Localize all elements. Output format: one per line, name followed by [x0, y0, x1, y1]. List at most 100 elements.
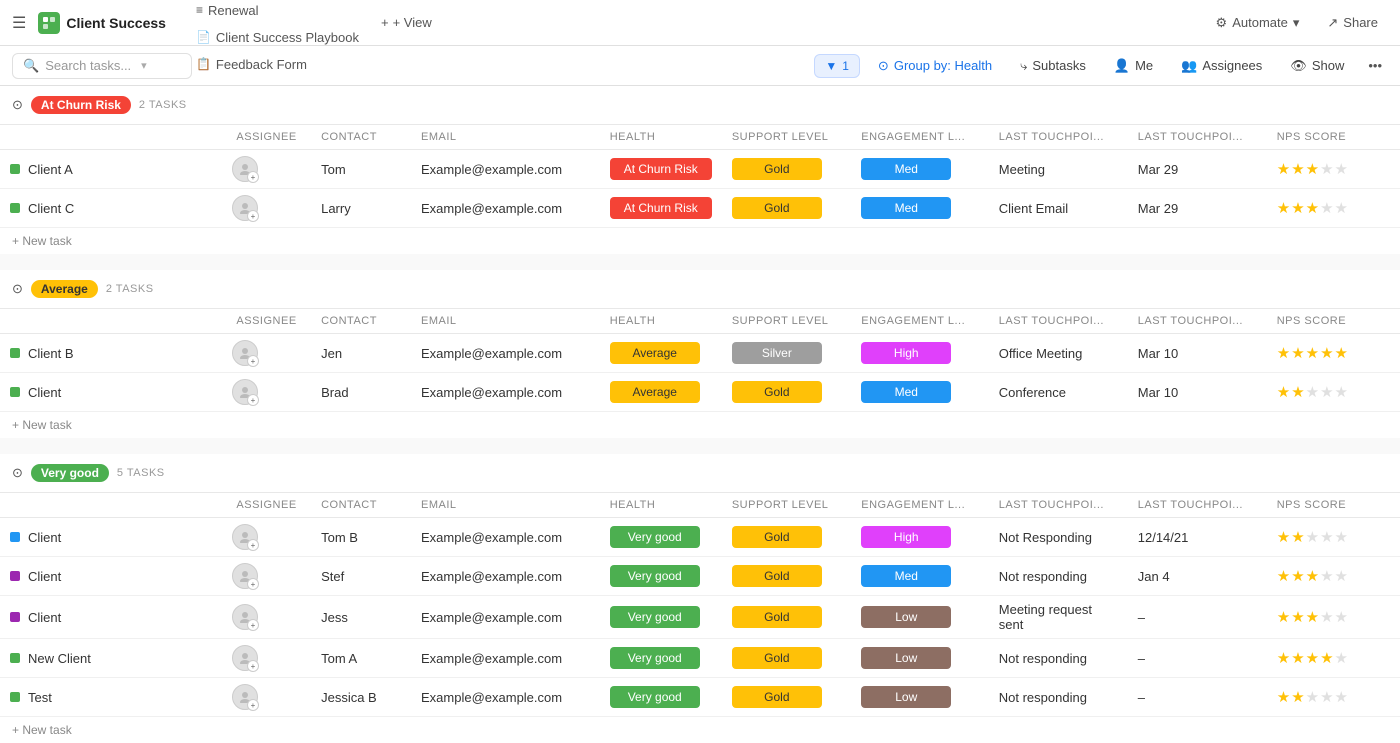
engagement-badge: Med — [861, 197, 951, 219]
assignee-cell — [222, 150, 311, 189]
me-button[interactable]: 👤 Me — [1104, 54, 1163, 78]
task-name-label[interactable]: Client B — [28, 346, 74, 361]
avatar[interactable] — [232, 340, 258, 366]
nps-stars: ★★★★★ — [1277, 528, 1390, 546]
task-name-label[interactable]: Client — [28, 569, 61, 584]
touchpoint2-cell: – — [1128, 639, 1267, 678]
chevron-icon[interactable]: ⊙ — [12, 281, 23, 297]
task-name-label[interactable]: Client C — [28, 201, 74, 216]
menu-icon[interactable]: ☰ — [12, 13, 26, 33]
engagement-cell: Low — [851, 678, 989, 717]
contact-cell: Jen — [311, 334, 411, 373]
table-row[interactable]: Test Jessica B Example@example.com Very … — [0, 678, 1400, 717]
contact-cell: Stef — [311, 557, 411, 596]
avatar[interactable] — [232, 524, 258, 550]
assignee-cell — [222, 334, 311, 373]
task-name-label[interactable]: Client — [28, 385, 61, 400]
engagement-badge: Low — [861, 686, 951, 708]
star-empty-icon: ★ — [1335, 688, 1348, 706]
star-full-icon: ★ — [1277, 344, 1290, 362]
avatar[interactable] — [232, 684, 258, 710]
assignees-button[interactable]: 👥 Assignees — [1171, 54, 1272, 78]
new-task-button[interactable]: + New task — [0, 412, 1400, 438]
table-row[interactable]: Client Brad Example@example.com Average … — [0, 373, 1400, 412]
col-header-touchpoint2: LAST TOUCHPOI... — [1128, 493, 1267, 518]
avatar[interactable] — [232, 645, 258, 671]
group-table-churn-risk: ASSIGNEE CONTACT EMAIL HEALTH SUPPORT LE… — [0, 125, 1400, 228]
support-cell: Gold — [722, 189, 851, 228]
table-row[interactable]: Client Jess Example@example.com Very goo… — [0, 596, 1400, 639]
nav-tab-playbook[interactable]: 📄Client Success Playbook — [186, 24, 369, 51]
nav-tab-renewal[interactable]: ≡Renewal — [186, 0, 369, 24]
avatar[interactable] — [232, 156, 258, 182]
task-name-label[interactable]: Client — [28, 530, 61, 545]
assignees-icon: 👥 — [1181, 58, 1197, 74]
col-header-nps: NPS SCORE — [1267, 125, 1400, 150]
health-cell: Very good — [600, 639, 722, 678]
search-box[interactable]: 🔍 Search tasks... ▾ — [12, 53, 192, 79]
show-button[interactable]: 👁 Show — [1280, 54, 1354, 78]
group-badge: Average — [31, 280, 98, 298]
new-task-button[interactable]: + New task — [0, 228, 1400, 254]
touchpoint1-cell: Office Meeting — [989, 334, 1128, 373]
touchpoint2-cell: Mar 29 — [1128, 150, 1267, 189]
touchpoint1-cell: Meeting — [989, 150, 1128, 189]
col-header-contact: CONTACT — [311, 309, 411, 334]
health-badge: Very good — [610, 686, 700, 708]
share-button[interactable]: ↗ Share — [1317, 10, 1388, 36]
contact-cell: Jessica B — [311, 678, 411, 717]
table-row[interactable]: Client B Jen Example@example.com Average… — [0, 334, 1400, 373]
table-row[interactable]: Client Tom B Example@example.com Very go… — [0, 518, 1400, 557]
star-full-icon: ★ — [1335, 344, 1348, 362]
col-header-engagement: ENGAGEMENT L... — [851, 493, 989, 518]
chevron-icon[interactable]: ⊙ — [12, 97, 23, 113]
table-row[interactable]: New Client Tom A Example@example.com Ver… — [0, 639, 1400, 678]
person-icon: 👤 — [1114, 58, 1130, 74]
star-empty-icon: ★ — [1320, 199, 1333, 217]
new-task-button[interactable]: + New task — [0, 717, 1400, 743]
avatar[interactable] — [232, 379, 258, 405]
avatar[interactable] — [232, 604, 258, 630]
task-name-label[interactable]: New Client — [28, 651, 91, 666]
task-name-cell: Client — [0, 557, 222, 596]
star-empty-icon: ★ — [1335, 528, 1348, 546]
star-full-icon: ★ — [1320, 649, 1333, 667]
support-cell: Gold — [722, 150, 851, 189]
table-row[interactable]: Client A Tom Example@example.com At Chur… — [0, 150, 1400, 189]
star-empty-icon: ★ — [1320, 608, 1333, 626]
nav-tab-feedback[interactable]: 📋Feedback Form — [186, 51, 369, 78]
task-name-label[interactable]: Test — [28, 690, 52, 705]
engagement-cell: Med — [851, 189, 989, 228]
table-row[interactable]: Client C Larry Example@example.com At Ch… — [0, 189, 1400, 228]
filter-button[interactable]: ▼ 1 — [814, 54, 860, 78]
chevron-icon[interactable]: ⊙ — [12, 465, 23, 481]
add-view-button[interactable]: + + View — [373, 9, 440, 36]
assignee-cell — [222, 557, 311, 596]
col-header-name — [0, 309, 222, 334]
health-badge: Very good — [610, 647, 700, 669]
support-cell: Gold — [722, 518, 851, 557]
health-cell: At Churn Risk — [600, 150, 722, 189]
avatar[interactable] — [232, 195, 258, 221]
star-full-icon: ★ — [1291, 199, 1304, 217]
star-empty-icon: ★ — [1306, 688, 1319, 706]
task-name-label[interactable]: Client — [28, 610, 61, 625]
col-header-email: EMAIL — [411, 125, 600, 150]
star-empty-icon: ★ — [1320, 528, 1333, 546]
task-dot — [10, 348, 20, 358]
nps-stars: ★★★★★ — [1277, 160, 1390, 178]
task-name-cell: Client — [0, 518, 222, 557]
more-options-button[interactable]: ••• — [1362, 54, 1388, 77]
touchpoint2-cell: Jan 4 — [1128, 557, 1267, 596]
subtasks-button[interactable]: ⤷ Subtasks — [1010, 54, 1096, 78]
table-row[interactable]: Client Stef Example@example.com Very goo… — [0, 557, 1400, 596]
avatar[interactable] — [232, 563, 258, 589]
automate-button[interactable]: ⚙ Automate ▾ — [1206, 10, 1310, 36]
task-name-label[interactable]: Client A — [28, 162, 73, 177]
group-by-button[interactable]: ⊙ Group by: Health — [868, 54, 1002, 78]
email-cell: Example@example.com — [411, 678, 600, 717]
section-gap — [0, 438, 1400, 454]
email-cell: Example@example.com — [411, 518, 600, 557]
task-dot — [10, 692, 20, 702]
nps-cell: ★★★★★ — [1267, 557, 1400, 596]
